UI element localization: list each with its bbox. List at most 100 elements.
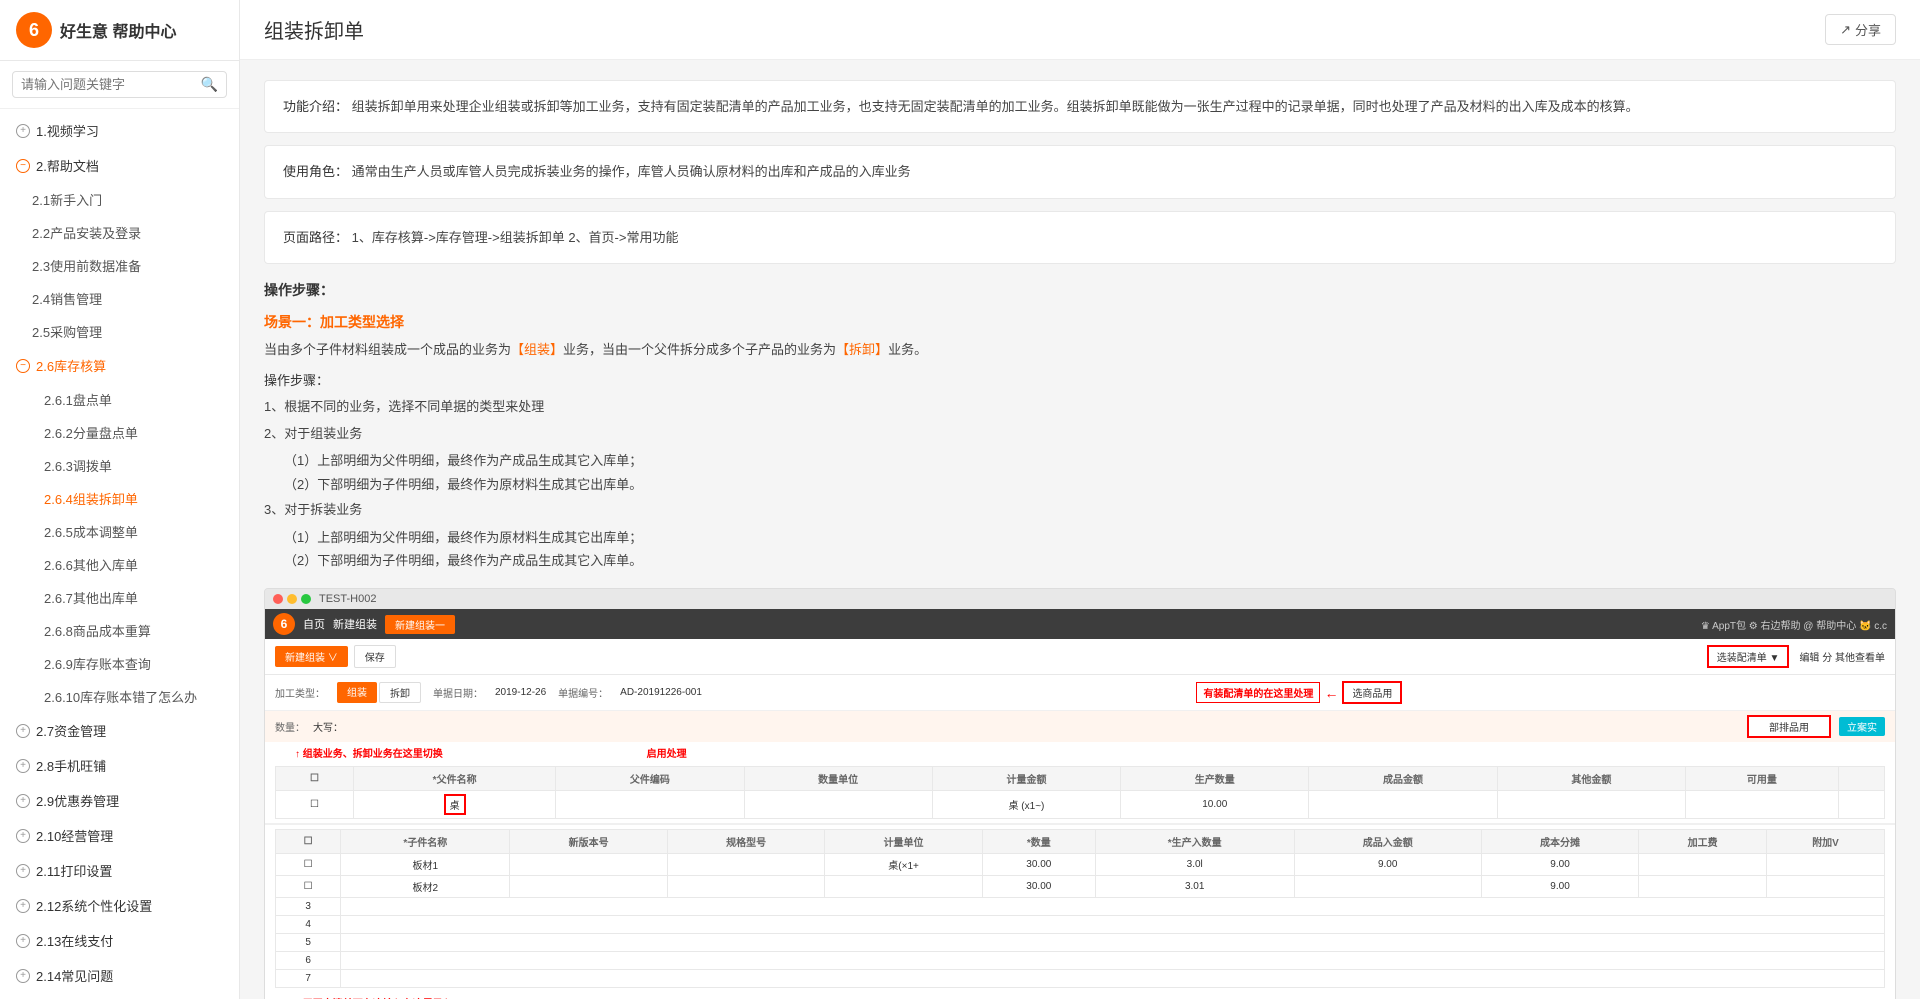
table-row-empty-5: 5 [276,934,1885,952]
confirm-btn[interactable]: 立案实 [1839,717,1885,736]
sidebar-item-2-14[interactable]: + 2.14常见问题 [0,958,239,993]
btd-1-ver [510,854,667,876]
plus-icon-2-11: + [16,864,30,878]
btd-2-checkbox: ☐ [276,876,341,898]
bom-dropdown[interactable]: 选商品用 [1342,681,1402,704]
main-content: 组装拆卸单 ↗ 分享 功能介绍： 组装拆卸单用来处理企业组装或拆卸等加工业务，支… [240,0,1920,999]
btd-1-prod-qty: 3.0l [1095,854,1294,876]
app-logo: 6 [273,613,295,635]
btd-2-unit [825,876,982,898]
sidebar-item-2-6-6[interactable]: 2.6.6其他入库单 [0,548,239,581]
sidebar-item-2-5[interactable]: 2.5采购管理 [0,315,239,348]
bth-unit: 计量单位 [825,830,982,854]
sidebar-item-2-6-7[interactable]: 2.6.7其他出库单 [0,581,239,614]
highlight-assembly: 【组装】 [511,342,563,357]
share-btn-label: 分享 [1855,20,1881,39]
empty-6: 6 [276,952,341,970]
sidebar-item-2-6-2[interactable]: 2.6.2分量盘点单 [0,416,239,449]
sidebar-item-2-11-label: 2.11打印设置 [36,861,112,880]
btd-1-prod-amount: 9.00 [1294,854,1481,876]
sidebar-item-2-1[interactable]: 2.1新手入门 [0,183,239,216]
annotation1-container: 有装配清单的在这里处理 ← 选商品用 [714,681,1885,704]
app-btn-save[interactable]: 保存 [354,645,396,668]
sidebar-item-2-6-5[interactable]: 2.6.5成本调整单 [0,515,239,548]
sidebar-item-2-6-4[interactable]: 2.6.4组装拆卸单 [0,482,239,515]
plus-icon-2-9: + [16,794,30,808]
table-row: ☐ 板材1 桌(×1+ 30.00 3.0l 9.00 9.00 [276,854,1885,876]
share-button[interactable]: ↗ 分享 [1825,14,1896,45]
app-subnav-row: 数量： 大写： 部排品用 立案实 [265,711,1895,742]
label-type: 加工类型： [275,685,325,700]
app-toolbar-row: 新建组装 ∨ 保存 选装配清单 ▼ 编辑 分 其他查看单 [265,639,1895,675]
td-other-amount [1497,791,1685,819]
sidebar-item-2-4[interactable]: 2.4销售管理 [0,282,239,315]
btd-2-prod-amount [1294,876,1481,898]
sidebar-item-2-6-1[interactable]: 2.6.1盘点单 [0,383,239,416]
sidebar-item-2-11[interactable]: + 2.11打印设置 [0,853,239,888]
annotation1-text: 有装配清单的在这里处理 [1196,682,1320,703]
th-checkbox: ☐ [276,767,354,791]
app-tab-active: 新建组装一 [385,615,455,634]
empty-7: 7 [276,970,341,988]
sidebar-item-2-13[interactable]: + 2.13在线支付 [0,923,239,958]
table-row-empty-7: 7 [276,970,1885,988]
btd-2-fee [1639,876,1767,898]
app-form-row: 加工类型： 组装 拆卸 单据日期： 2019-12-26 单据编号： AD-20… [265,675,1895,711]
shop-select[interactable]: 部排品用 [1747,715,1831,738]
sidebar-item-2-6-8[interactable]: 2.6.8商品成本重算 [0,614,239,647]
sidebar-item-docs[interactable]: − 2.帮助文档 [0,148,239,183]
sidebar-item-2-6-10[interactable]: 2.6.10库存账本错了怎么办 [0,680,239,713]
search-input[interactable] [21,77,201,92]
sidebar-item-2-15[interactable]: + 2.15操作案例 [0,993,239,999]
step-2: 2、对于组装业务 [264,422,1896,445]
highlight-disassembly: 【拆卸】 [836,342,888,357]
sidebar-item-2-6-3[interactable]: 2.6.3调拨单 [0,449,239,482]
plus-icon-2-10: + [16,829,30,843]
sidebar-item-2-6[interactable]: − 2.6库存核算 [0,348,239,383]
sidebar-item-2-2[interactable]: 2.2产品安装及登录 [0,216,239,249]
empty-6-rest [341,952,1885,970]
btd-1-qty: 30.00 [982,854,1095,876]
search-input-wrap[interactable]: 🔍 [12,71,227,98]
btd-2-spec [667,876,824,898]
plus-icon-2-14: + [16,969,30,983]
logo-text: 好生意 帮助中心 [60,18,176,42]
role-block: 使用角色： 通常由生产人员或库管人员完成拆装业务的操作，库管人员确认原材料的出库… [264,145,1896,198]
share-icon: ↗ [1840,22,1851,38]
empty-4: 4 [276,916,341,934]
sidebar-item-2-6-9[interactable]: 2.6.9库存账本查询 [0,647,239,680]
date-value: 2019-12-26 [495,687,546,698]
table-row-empty-3: 3 [276,898,1885,916]
tab-assembly[interactable]: 组装 [337,682,377,703]
app-btn-edit[interactable]: 编辑 分 其他查看单 [1799,649,1885,664]
btd-1-spec [667,854,824,876]
sidebar-item-2-12[interactable]: + 2.12系统个性化设置 [0,888,239,923]
parent-name-field[interactable]: 桌 [444,794,466,815]
app-dropdown-bom[interactable]: 选装配清单 ▼ [1707,645,1790,668]
th-other-amount: 其他金额 [1497,767,1685,791]
btd-2-name: 板材2 [341,876,510,898]
plus-icon-2-12: + [16,899,30,913]
sidebar-item-2-10[interactable]: + 2.10经营管理 [0,818,239,853]
label-date: 单据日期： [433,685,483,700]
sidebar-item-video[interactable]: + 1.视频学习 [0,113,239,148]
sidebar-item-2-8[interactable]: + 2.8手机旺铺 [0,748,239,783]
btd-2-prod-qty: 3.01 [1095,876,1294,898]
sidebar-item-2-3[interactable]: 2.3使用前数据准备 [0,249,239,282]
th-prod-amount: 成品金额 [1309,767,1497,791]
tab-disassembly[interactable]: 拆卸 [379,682,421,703]
sidebar-item-2-9[interactable]: + 2.9优惠券管理 [0,783,239,818]
table-row: ☐ 桌 桌 (x1~) 10.00 [276,791,1885,819]
th-parent-name: *父件名称 [354,767,556,791]
btd-2-add [1767,876,1885,898]
step-1: 1、根据不同的业务，选择不同单据的类型来处理 [264,395,1896,418]
app-btn-add[interactable]: 新建组装 ∨ [275,646,348,667]
table-row-empty-4: 4 [276,916,1885,934]
type-tabs: 组装 拆卸 [337,682,421,703]
intro-text: 组装拆卸单用来处理企业组装或拆卸等加工业务，支持有固定装配清单的产品加工业务，也… [352,99,1639,114]
step-2-sub-1: （1）上部明细为父件明细，最终作为产成品生成其它入库单； [284,449,1896,472]
btd-1-name: 板材1 [341,854,510,876]
sidebar-item-2-7[interactable]: + 2.7资金管理 [0,713,239,748]
step-3-subs: （1）上部明细为父件明细，最终作为原材料生成其它出库单； （2）下部明细为子件明… [284,526,1896,573]
plus-icon-2-7: + [16,724,30,738]
